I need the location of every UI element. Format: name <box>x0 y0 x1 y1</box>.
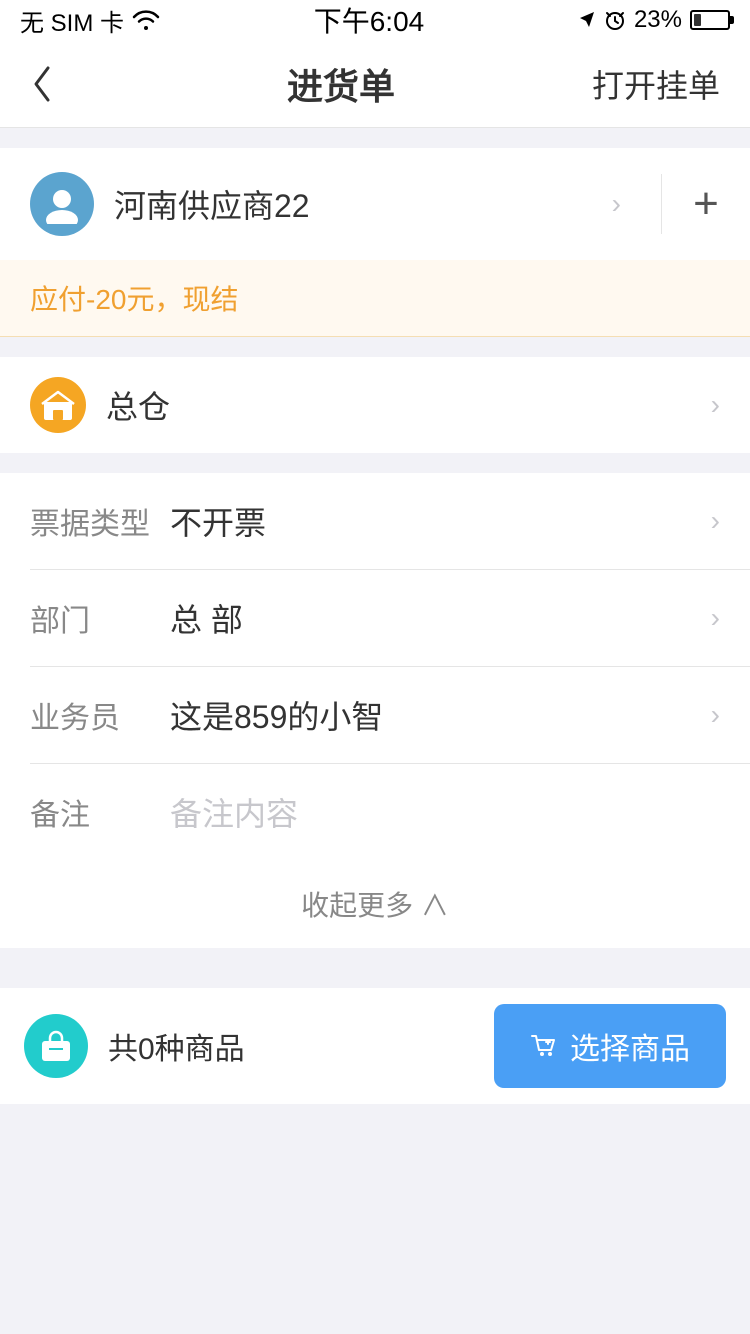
department-chevron-icon: › <box>711 602 720 634</box>
supplier-chevron-icon: › <box>612 188 621 220</box>
notice-text: 应付-20元，现结 <box>30 284 238 315</box>
goods-count-text: 共0种商品 <box>108 1024 494 1068</box>
goods-icon-bg <box>24 1014 88 1078</box>
warehouse-icon-bg <box>30 377 86 433</box>
warehouse-name: 总仓 <box>106 382 711 428</box>
remark-row[interactable]: 备注 备注内容 <box>0 764 750 860</box>
supplier-select-button[interactable]: 河南供应商22 › <box>0 148 661 260</box>
invoice-type-chevron-icon: › <box>711 505 720 537</box>
battery-percent: 23% <box>634 6 682 34</box>
alarm-icon <box>604 9 626 31</box>
select-goods-label: 选择商品 <box>570 1024 690 1068</box>
nav-bar: 进货单 打开挂单 <box>0 40 750 128</box>
status-bar: 无 SIM 卡 下午6:04 23% <box>0 0 750 40</box>
salesperson-label: 业务员 <box>30 693 170 737</box>
top-divider <box>0 128 750 148</box>
form-section: 票据类型 不开票 › 部门 总 部 › 业务员 这是859的小智 › 备注 备注… <box>0 473 750 860</box>
status-left: 无 SIM 卡 <box>20 3 160 38</box>
cart-icon <box>530 1032 558 1060</box>
warehouse-row[interactable]: 总仓 › <box>0 357 750 453</box>
status-right: 23% <box>578 6 730 34</box>
wifi-icon <box>132 10 160 30</box>
invoice-type-value: 不开票 <box>170 498 711 544</box>
battery-fill <box>694 14 701 26</box>
divider-1 <box>0 337 750 357</box>
back-button[interactable] <box>30 54 90 114</box>
page: 无 SIM 卡 下午6:04 23% <box>0 0 750 1334</box>
remark-label: 备注 <box>30 790 170 834</box>
user-icon <box>42 184 82 224</box>
department-value: 总 部 <box>170 595 711 641</box>
warehouse-chevron-icon: › <box>711 389 720 421</box>
warehouse-icon <box>41 388 75 422</box>
divider-2 <box>0 453 750 473</box>
department-row[interactable]: 部门 总 部 › <box>0 570 750 666</box>
collapse-button[interactable]: 收起更多 ∧ <box>0 860 750 948</box>
carrier-label: 无 SIM 卡 <box>20 3 124 38</box>
status-time: 下午6:04 <box>314 0 425 40</box>
bottom-bar: 共0种商品 选择商品 <box>0 988 750 1104</box>
invoice-type-row[interactable]: 票据类型 不开票 › <box>0 473 750 569</box>
invoice-type-label: 票据类型 <box>30 499 170 543</box>
supplier-section: 河南供应商22 › + <box>0 148 750 260</box>
divider-3 <box>0 948 750 968</box>
add-supplier-button[interactable]: + <box>662 160 750 248</box>
supplier-avatar <box>30 172 94 236</box>
location-icon <box>578 10 596 30</box>
salesperson-value: 这是859的小智 <box>170 692 711 738</box>
salesperson-chevron-icon: › <box>711 699 720 731</box>
department-label: 部门 <box>30 596 170 640</box>
select-goods-button[interactable]: 选择商品 <box>494 1004 726 1088</box>
battery-icon <box>690 10 730 30</box>
collapse-label: 收起更多 ∧ <box>301 884 449 924</box>
notice-bar: 应付-20元，现结 <box>0 260 750 337</box>
page-title: 进货单 <box>287 58 395 110</box>
supplier-name: 河南供应商22 <box>114 181 612 227</box>
remark-input[interactable]: 备注内容 <box>170 789 720 835</box>
goods-bag-icon <box>37 1027 75 1065</box>
salesperson-row[interactable]: 业务员 这是859的小智 › <box>0 667 750 763</box>
open-pending-button[interactable]: 打开挂单 <box>592 61 720 107</box>
